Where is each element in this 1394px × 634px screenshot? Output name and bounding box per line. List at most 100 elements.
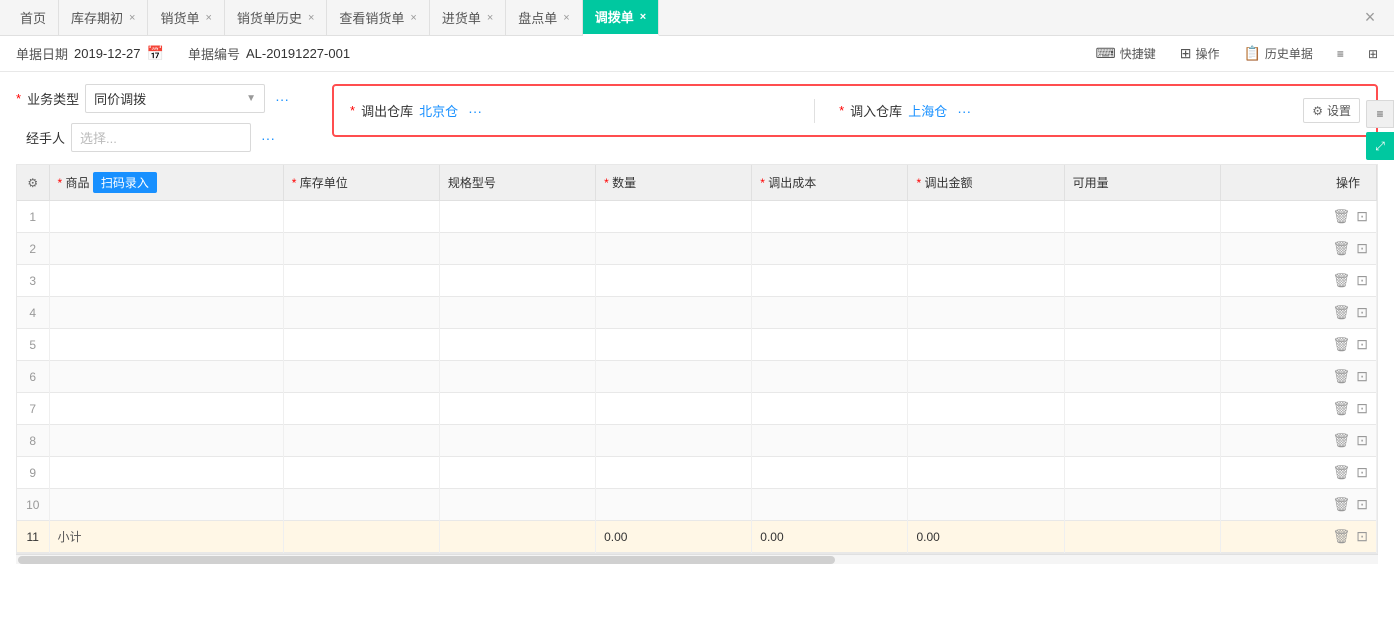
cell-unit[interactable] <box>283 361 439 393</box>
cell-product[interactable] <box>49 425 283 457</box>
cell-spec[interactable] <box>439 457 595 489</box>
cell-product[interactable] <box>49 265 283 297</box>
cell-cost[interactable] <box>752 329 908 361</box>
cell-amount[interactable] <box>908 201 1064 233</box>
delete-icon[interactable]: 🗑 <box>1332 272 1350 289</box>
cell-amount[interactable] <box>908 393 1064 425</box>
cell-spec[interactable] <box>439 297 595 329</box>
cell-unit[interactable] <box>283 457 439 489</box>
copy-icon[interactable]: ⊡ <box>1356 464 1368 481</box>
window-close-button[interactable]: × <box>1354 2 1386 34</box>
cell-amount[interactable] <box>908 265 1064 297</box>
cell-qty[interactable] <box>596 297 752 329</box>
cell-unit[interactable] <box>283 265 439 297</box>
delete-icon[interactable]: 🗑 <box>1332 208 1350 225</box>
handler-select[interactable]: 选择... <box>71 123 251 152</box>
business-type-ellipsis[interactable]: ··· <box>271 89 293 109</box>
warehouse-in-ellipsis[interactable]: ··· <box>953 101 975 121</box>
operation-button[interactable]: ⊞ 操作 <box>1180 45 1220 62</box>
cell-amount[interactable] <box>908 297 1064 329</box>
cell-spec[interactable] <box>439 265 595 297</box>
cell-unit[interactable] <box>283 201 439 233</box>
cell-qty[interactable] <box>596 393 752 425</box>
cell-qty[interactable] <box>596 361 752 393</box>
cell-spec[interactable] <box>439 233 595 265</box>
settings-button[interactable]: ⚙ 设置 <box>1303 98 1360 123</box>
cell-spec[interactable] <box>439 201 595 233</box>
tab-close-sales-order[interactable]: × <box>205 12 211 24</box>
cell-spec[interactable] <box>439 393 595 425</box>
delete-icon[interactable]: 🗑 <box>1332 496 1350 513</box>
cell-product[interactable] <box>49 297 283 329</box>
scan-button[interactable]: 扫码录入 <box>93 172 157 193</box>
warehouse-out-value[interactable]: 北京仓 <box>419 101 458 120</box>
cell-cost[interactable] <box>752 393 908 425</box>
handler-ellipsis[interactable]: ··· <box>257 128 279 148</box>
cell-product[interactable] <box>49 489 283 521</box>
cell-qty[interactable] <box>596 265 752 297</box>
sidebar-list-icon[interactable]: ≡ <box>1366 100 1394 128</box>
cell-amount[interactable] <box>908 489 1064 521</box>
copy-icon[interactable]: ⊡ <box>1356 336 1368 353</box>
cell-spec[interactable] <box>439 425 595 457</box>
cell-qty[interactable] <box>596 233 752 265</box>
cell-unit[interactable] <box>283 425 439 457</box>
cell-amount[interactable] <box>908 233 1064 265</box>
shortcut-key-button[interactable]: ⌨ 快捷键 <box>1095 45 1155 62</box>
table-config-icon[interactable]: ⚙ <box>17 165 49 201</box>
warehouse-out-ellipsis[interactable]: ··· <box>464 101 486 121</box>
cell-cost[interactable] <box>752 233 908 265</box>
cell-spec[interactable] <box>439 361 595 393</box>
cell-qty[interactable] <box>596 201 752 233</box>
cell-unit[interactable] <box>283 489 439 521</box>
delete-icon[interactable]: 🗑 <box>1332 368 1350 385</box>
copy-icon[interactable]: ⊡ <box>1356 272 1368 289</box>
cell-product[interactable] <box>49 393 283 425</box>
delete-icon[interactable]: 🗑 <box>1332 400 1350 417</box>
copy-icon[interactable]: ⊡ <box>1356 432 1368 449</box>
delete-icon[interactable]: 🗑 <box>1332 528 1350 545</box>
cell-amount[interactable] <box>908 425 1064 457</box>
warehouse-in-value[interactable]: 上海仓 <box>908 101 947 120</box>
layout-toggle-list[interactable]: ≡ <box>1337 47 1344 61</box>
tab-close-inventory-init[interactable]: × <box>129 12 135 24</box>
tab-close-inventory-check[interactable]: × <box>563 12 569 24</box>
copy-icon[interactable]: ⊡ <box>1356 240 1368 257</box>
tab-home[interactable]: 首页 <box>8 0 59 36</box>
cell-cost[interactable] <box>752 425 908 457</box>
cell-unit[interactable] <box>283 329 439 361</box>
cell-product[interactable] <box>49 201 283 233</box>
tab-sales-history[interactable]: 销货单历史 × <box>225 0 327 36</box>
tab-close-purchase-order[interactable]: × <box>487 12 493 24</box>
copy-icon[interactable]: ⊡ <box>1356 496 1368 513</box>
tab-close-sales-history[interactable]: × <box>308 12 314 24</box>
cell-product[interactable] <box>49 329 283 361</box>
copy-icon[interactable]: ⊡ <box>1356 368 1368 385</box>
cell-unit[interactable] <box>283 521 439 553</box>
cell-cost[interactable] <box>752 265 908 297</box>
tab-close-view-sales[interactable]: × <box>410 12 416 24</box>
calendar-icon[interactable]: 📅 <box>147 45 164 62</box>
tab-view-sales[interactable]: 查看销货单 × <box>327 0 429 36</box>
delete-icon[interactable]: 🗑 <box>1332 432 1350 449</box>
tab-inventory-init[interactable]: 库存期初 × <box>59 0 148 36</box>
cell-cost[interactable] <box>752 489 908 521</box>
layout-toggle-grid[interactable]: ⊞ <box>1368 47 1378 61</box>
cell-spec[interactable] <box>439 329 595 361</box>
delete-icon[interactable]: 🗑 <box>1332 464 1350 481</box>
cell-amount[interactable] <box>908 457 1064 489</box>
cell-product[interactable]: 小计 <box>49 521 283 553</box>
delete-icon[interactable]: 🗑 <box>1332 240 1350 257</box>
cell-spec[interactable] <box>439 489 595 521</box>
cell-cost[interactable] <box>752 361 908 393</box>
cell-qty[interactable] <box>596 425 752 457</box>
sidebar-expand-icon[interactable]: ⤢ <box>1366 132 1394 160</box>
cell-cost[interactable] <box>752 201 908 233</box>
history-button[interactable]: 📋 历史单据 <box>1243 45 1312 62</box>
cell-cost[interactable] <box>752 297 908 329</box>
cell-qty[interactable] <box>596 489 752 521</box>
cell-amount[interactable] <box>908 361 1064 393</box>
doc-date-value[interactable]: 2019-12-27 <box>74 46 141 61</box>
cell-qty[interactable] <box>596 457 752 489</box>
cell-cost[interactable] <box>752 457 908 489</box>
